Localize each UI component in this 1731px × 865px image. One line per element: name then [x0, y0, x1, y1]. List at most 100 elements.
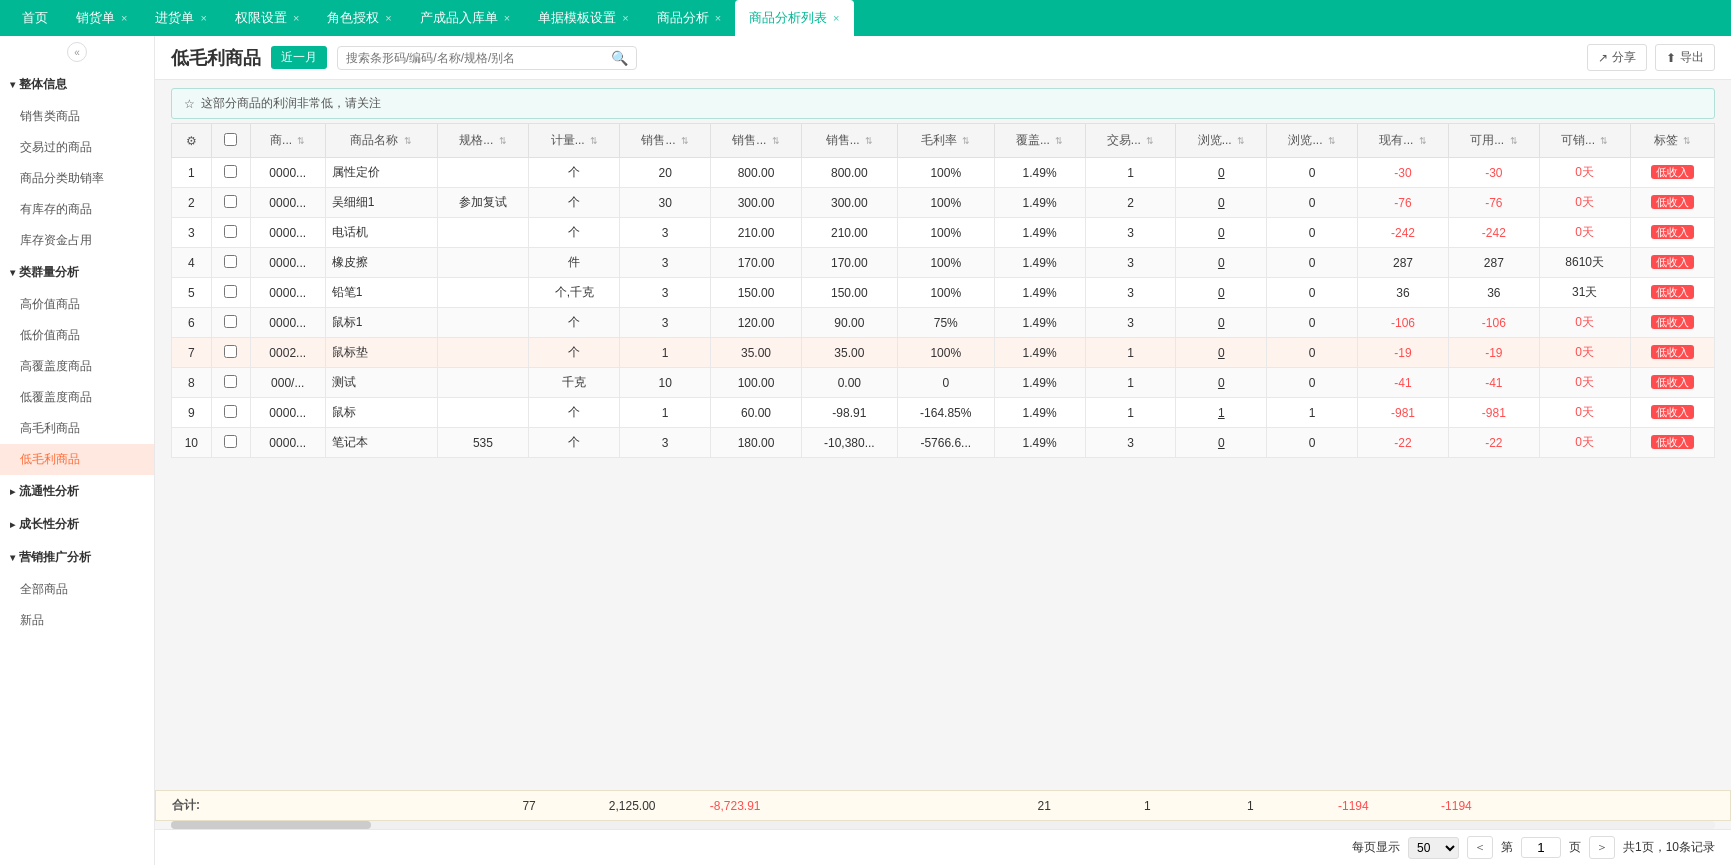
page-size-select[interactable]: 50 20 100	[1408, 837, 1459, 859]
next-page-button[interactable]: ＞	[1589, 836, 1615, 859]
row-checkbox[interactable]	[224, 315, 237, 328]
col-coverage[interactable]: 覆盖... ⇅	[994, 124, 1085, 158]
sidebar-item-high-value[interactable]: 高价值商品	[0, 289, 154, 320]
cell-checkbox[interactable]	[211, 428, 250, 458]
cell-checkbox[interactable]	[211, 158, 250, 188]
export-button[interactable]: ⬆ 导出	[1655, 44, 1715, 71]
sidebar-item-low-margin[interactable]: 低毛利商品	[0, 444, 154, 475]
col-sales-price[interactable]: 销售... ⇅	[711, 124, 802, 158]
col-current[interactable]: 现有... ⇅	[1358, 124, 1449, 158]
sidebar-group-growth[interactable]: ▸ 成长性分析	[0, 508, 154, 541]
row-checkbox[interactable]	[224, 345, 237, 358]
nav-role-auth[interactable]: 角色授权 ×	[313, 0, 405, 36]
alert-icon: ☆	[184, 97, 195, 111]
horizontal-scrollbar[interactable]	[171, 821, 1715, 829]
col-code[interactable]: 商... ⇅	[250, 124, 325, 158]
nav-home[interactable]: 首页	[8, 0, 62, 36]
sidebar-group-overall[interactable]: ▾ 整体信息	[0, 68, 154, 101]
col-transaction[interactable]: 交易... ⇅	[1085, 124, 1176, 158]
nav-purchase-order[interactable]: 进货单 ×	[141, 0, 220, 36]
col-tag[interactable]: 标签 ⇅	[1630, 124, 1714, 158]
col-gross-margin[interactable]: 毛利率 ⇅	[897, 124, 994, 158]
col-sales-qty[interactable]: 销售... ⇅	[620, 124, 711, 158]
select-all-checkbox[interactable]	[224, 133, 237, 146]
sidebar-item-traded-products[interactable]: 交易过的商品	[0, 132, 154, 163]
nav-close-icon[interactable]: ×	[200, 12, 206, 24]
nav-close-icon[interactable]: ×	[622, 12, 628, 24]
col-spec[interactable]: 规格... ⇅	[437, 124, 529, 158]
cell-checkbox[interactable]	[211, 188, 250, 218]
row-checkbox[interactable]	[224, 255, 237, 268]
cell-browse1[interactable]: 0	[1176, 338, 1267, 368]
nav-close-icon[interactable]: ×	[293, 12, 299, 24]
cell-gross-margin: 75%	[897, 308, 994, 338]
cell-checkbox[interactable]	[211, 398, 250, 428]
col-browse1[interactable]: 浏览... ⇅	[1176, 124, 1267, 158]
nav-close-icon[interactable]: ×	[715, 12, 721, 24]
cell-checkbox[interactable]	[211, 218, 250, 248]
col-checkbox[interactable]	[211, 124, 250, 158]
row-checkbox[interactable]	[224, 435, 237, 448]
row-checkbox[interactable]	[224, 165, 237, 178]
row-checkbox[interactable]	[224, 375, 237, 388]
sidebar-item-low-coverage[interactable]: 低覆盖度商品	[0, 382, 154, 413]
nav-product-stock[interactable]: 产成品入库单 ×	[406, 0, 524, 36]
nav-sales-order[interactable]: 销货单 ×	[62, 0, 141, 36]
col-unit[interactable]: 计量... ⇅	[529, 124, 620, 158]
nav-permission[interactable]: 权限设置 ×	[221, 0, 313, 36]
sidebar-item-category-rate[interactable]: 商品分类助销率	[0, 163, 154, 194]
col-name[interactable]: 商品名称 ⇅	[325, 124, 437, 158]
nav-product-analysis-list[interactable]: 商品分析列表 ×	[735, 0, 853, 36]
sidebar-item-stock-capital[interactable]: 库存资金占用	[0, 225, 154, 256]
date-filter-button[interactable]: 近一月	[271, 46, 327, 69]
cell-browse1[interactable]: 0	[1176, 308, 1267, 338]
col-saleable[interactable]: 可销... ⇅	[1539, 124, 1630, 158]
cell-browse1[interactable]: 0	[1176, 188, 1267, 218]
sidebar-collapse-btn[interactable]: «	[67, 42, 87, 62]
cell-checkbox[interactable]	[211, 308, 250, 338]
row-checkbox[interactable]	[224, 405, 237, 418]
sidebar-item-high-coverage[interactable]: 高覆盖度商品	[0, 351, 154, 382]
prev-page-button[interactable]: ＜	[1467, 836, 1493, 859]
col-browse2[interactable]: 浏览... ⇅	[1267, 124, 1358, 158]
scrollbar-thumb[interactable]	[171, 821, 371, 829]
nav-product-analysis[interactable]: 商品分析 ×	[643, 0, 735, 36]
cell-browse1[interactable]: 0	[1176, 218, 1267, 248]
sidebar-group-cluster[interactable]: ▾ 类群量分析	[0, 256, 154, 289]
sidebar-item-all-products[interactable]: 全部商品	[0, 574, 154, 605]
sort-icon: ⇅	[1055, 136, 1063, 146]
cell-browse1[interactable]: 1	[1176, 398, 1267, 428]
nav-close-icon[interactable]: ×	[833, 12, 839, 24]
cell-browse1[interactable]: 0	[1176, 278, 1267, 308]
sidebar-item-new-products[interactable]: 新品	[0, 605, 154, 636]
row-checkbox[interactable]	[224, 195, 237, 208]
search-input[interactable]	[346, 51, 607, 65]
cell-browse1[interactable]: 0	[1176, 248, 1267, 278]
col-sales-amount[interactable]: 销售... ⇅	[801, 124, 897, 158]
sidebar-group-marketing[interactable]: ▾ 营销推广分析	[0, 541, 154, 574]
cell-browse1[interactable]: 0	[1176, 428, 1267, 458]
nav-close-icon[interactable]: ×	[385, 12, 391, 24]
row-checkbox[interactable]	[224, 285, 237, 298]
cell-browse1[interactable]: 0	[1176, 368, 1267, 398]
row-checkbox[interactable]	[224, 225, 237, 238]
cell-checkbox[interactable]	[211, 278, 250, 308]
sidebar-item-stock-products[interactable]: 有库存的商品	[0, 194, 154, 225]
col-available[interactable]: 可用... ⇅	[1448, 124, 1539, 158]
cell-checkbox[interactable]	[211, 338, 250, 368]
sidebar-item-sales-products[interactable]: 销售类商品	[0, 101, 154, 132]
sidebar-group-circulation[interactable]: ▸ 流通性分析	[0, 475, 154, 508]
cell-available: -106	[1448, 308, 1539, 338]
cell-gross-margin: 100%	[897, 338, 994, 368]
share-button[interactable]: ↗ 分享	[1587, 44, 1647, 71]
nav-template-settings[interactable]: 单据模板设置 ×	[524, 0, 642, 36]
nav-close-icon[interactable]: ×	[121, 12, 127, 24]
cell-browse1[interactable]: 0	[1176, 158, 1267, 188]
nav-close-icon[interactable]: ×	[504, 12, 510, 24]
cell-checkbox[interactable]	[211, 248, 250, 278]
cell-checkbox[interactable]	[211, 368, 250, 398]
sidebar-item-high-margin[interactable]: 高毛利商品	[0, 413, 154, 444]
sidebar-item-low-value[interactable]: 低价值商品	[0, 320, 154, 351]
page-number-input[interactable]	[1521, 837, 1561, 858]
col-settings[interactable]: ⚙	[172, 124, 212, 158]
